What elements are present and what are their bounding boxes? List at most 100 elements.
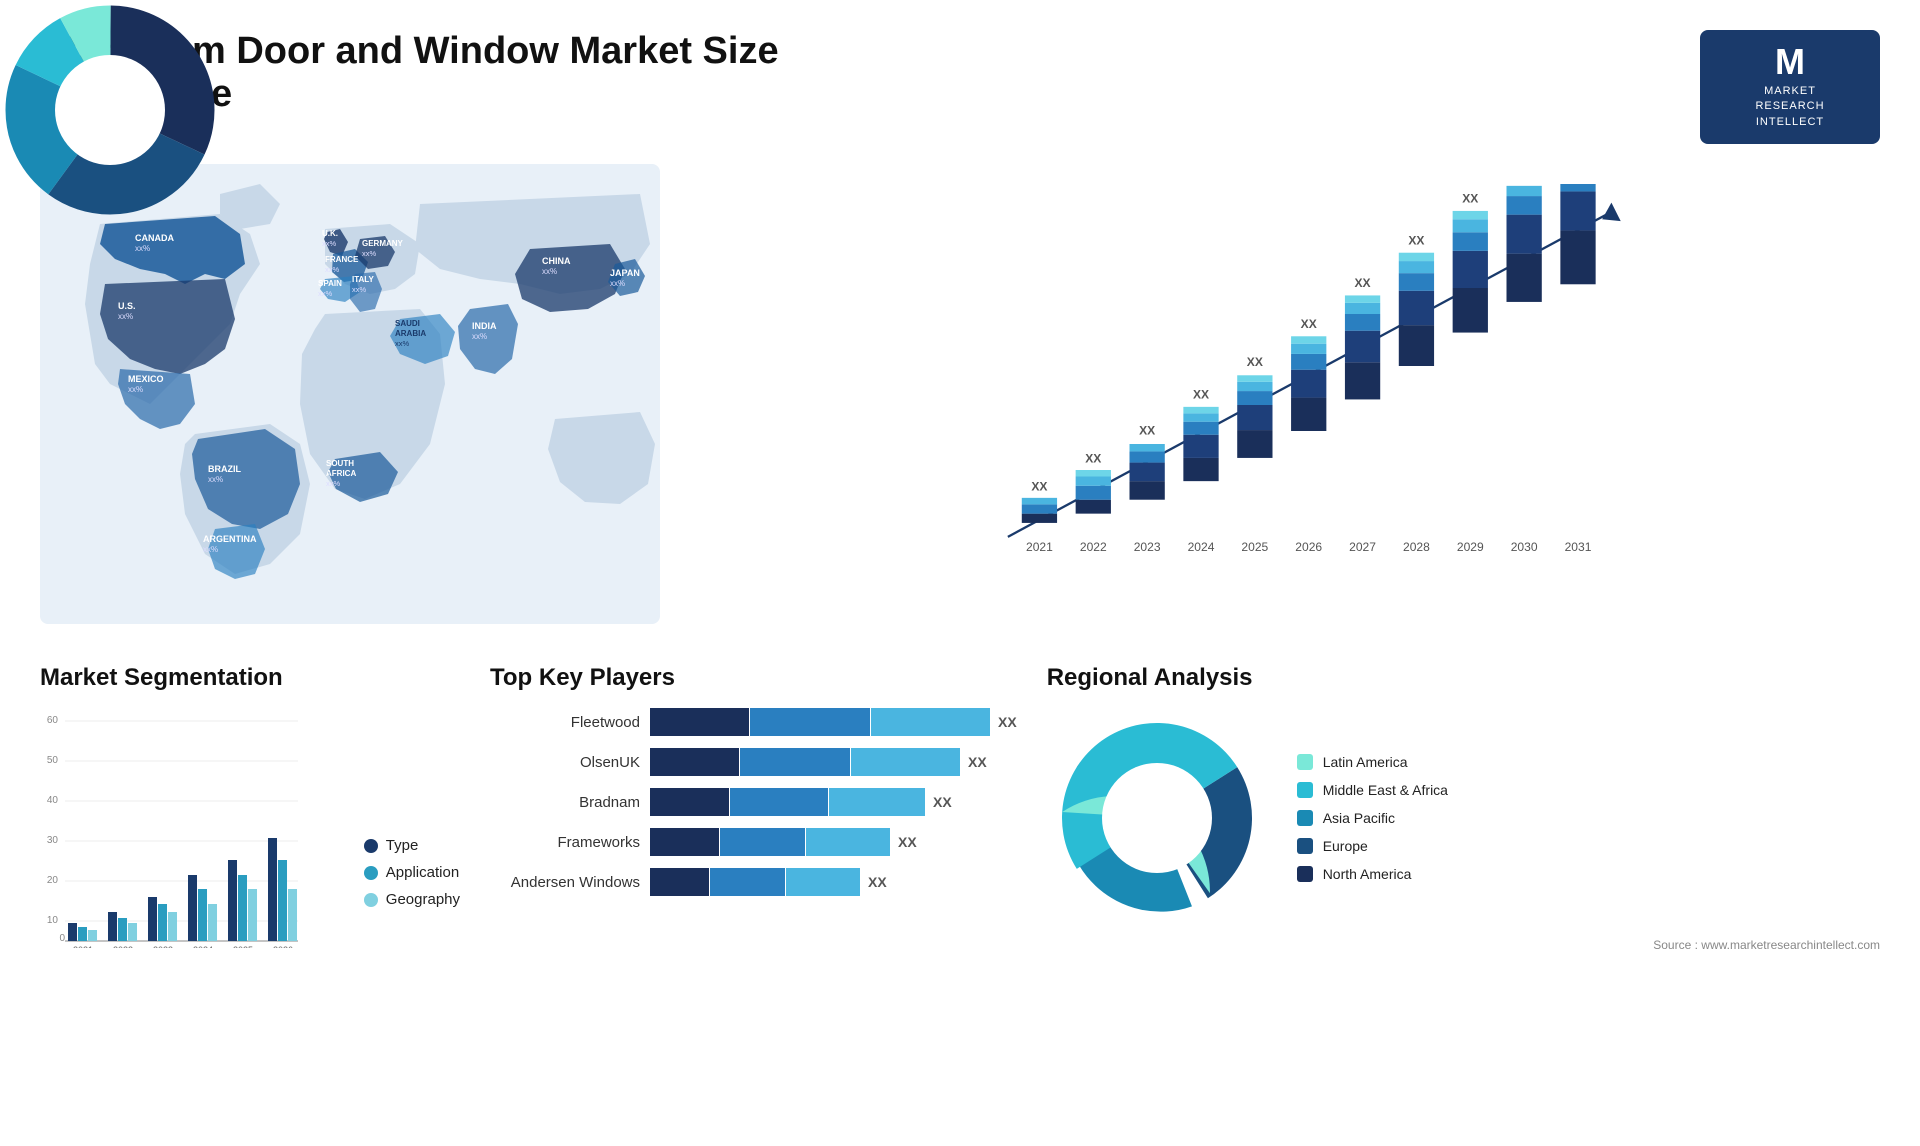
svg-text:U.S.: U.S. xyxy=(118,301,136,311)
svg-text:XX: XX xyxy=(1139,424,1155,438)
svg-text:FRANCE: FRANCE xyxy=(325,255,359,264)
svg-text:2022: 2022 xyxy=(1080,540,1107,554)
market-segmentation: Market Segmentation 60 50 40 30 20 10 0 xyxy=(40,664,460,952)
application-color-dot xyxy=(364,866,378,880)
player-bar-bradnam: XX xyxy=(650,788,1017,816)
player-row-olsenuk: OlsenUK XX xyxy=(490,748,1017,776)
segmentation-chart-area: 60 50 40 30 20 10 0 xyxy=(40,708,460,928)
logo-text: MARKET RESEARCH INTELLECT xyxy=(1755,84,1824,130)
svg-text:2021: 2021 xyxy=(73,945,93,948)
svg-text:2027: 2027 xyxy=(1349,540,1376,554)
svg-text:INDIA: INDIA xyxy=(472,321,497,331)
svg-text:xx%: xx% xyxy=(203,545,218,554)
latin-america-label: Latin America xyxy=(1323,754,1408,770)
svg-text:2022: 2022 xyxy=(113,945,133,948)
regional-legend: Latin America Middle East & Africa Asia … xyxy=(1297,754,1448,882)
svg-text:xx%: xx% xyxy=(326,479,341,488)
svg-text:20: 20 xyxy=(47,875,59,886)
segmentation-title: Market Segmentation xyxy=(40,664,460,692)
player-bar-olsenuk: XX xyxy=(650,748,1017,776)
svg-text:2024: 2024 xyxy=(193,945,213,948)
svg-text:CANADA: CANADA xyxy=(135,233,174,243)
svg-text:SPAIN: SPAIN xyxy=(318,279,342,288)
legend-application-label: Application xyxy=(386,864,459,881)
segmentation-bar-chart: 60 50 40 30 20 10 0 xyxy=(40,708,344,928)
svg-text:2029: 2029 xyxy=(1457,540,1484,554)
player-bar-frameworks: XX xyxy=(650,828,1017,856)
player-xx-bradnam: XX xyxy=(933,794,952,810)
svg-text:xx%: xx% xyxy=(318,289,333,298)
bottom-section: Market Segmentation 60 50 40 30 20 10 0 xyxy=(40,664,1880,952)
segmentation-legend: Type Application Geography xyxy=(364,837,460,928)
svg-text:10: 10 xyxy=(47,915,59,926)
middle-east-label: Middle East & Africa xyxy=(1323,782,1448,798)
svg-text:0: 0 xyxy=(59,933,65,944)
svg-text:2026: 2026 xyxy=(273,945,293,948)
svg-text:ARGENTINA: ARGENTINA xyxy=(203,534,257,544)
player-row-frameworks: Frameworks XX xyxy=(490,828,1017,856)
svg-text:SAUDI: SAUDI xyxy=(395,319,420,328)
legend-geography-label: Geography xyxy=(386,891,460,908)
svg-text:xx%: xx% xyxy=(610,279,625,288)
logo-letter: M xyxy=(1775,44,1805,80)
svg-text:2030: 2030 xyxy=(1511,540,1538,554)
legend-type: Type xyxy=(364,837,460,854)
svg-text:XX: XX xyxy=(1408,234,1424,248)
legend-middle-east: Middle East & Africa xyxy=(1297,782,1448,798)
svg-text:xx%: xx% xyxy=(135,244,150,253)
regional-analysis: Regional Analysis xyxy=(1047,664,1880,952)
player-bar-andersen: XX xyxy=(650,868,1017,896)
svg-text:JAPAN: JAPAN xyxy=(610,268,640,278)
svg-text:AFRICA: AFRICA xyxy=(326,469,356,478)
player-name-frameworks: Frameworks xyxy=(490,834,640,851)
player-name-olsenuk: OlsenUK xyxy=(490,754,640,771)
north-america-label: North America xyxy=(1323,866,1412,882)
player-row-bradnam: Bradnam XX xyxy=(490,788,1017,816)
legend-application: Application xyxy=(364,864,460,881)
player-name-bradnam: Bradnam xyxy=(490,794,640,811)
svg-text:ARABIA: ARABIA xyxy=(395,329,426,338)
svg-text:xx%: xx% xyxy=(472,332,487,341)
svg-text:XX: XX xyxy=(1031,480,1047,494)
europe-label: Europe xyxy=(1323,838,1368,854)
asia-pacific-label: Asia Pacific xyxy=(1323,810,1395,826)
legend-latin-america: Latin America xyxy=(1297,754,1448,770)
svg-text:xx%: xx% xyxy=(395,339,410,348)
logo: M MARKET RESEARCH INTELLECT xyxy=(1700,30,1880,144)
svg-text:ITALY: ITALY xyxy=(352,275,374,284)
svg-text:xx%: xx% xyxy=(362,249,377,258)
svg-text:2025: 2025 xyxy=(233,945,253,948)
svg-text:2031: 2031 xyxy=(1565,540,1592,554)
svg-text:2023: 2023 xyxy=(1134,540,1161,554)
svg-text:60: 60 xyxy=(47,715,59,726)
legend-geography: Geography xyxy=(364,891,460,908)
legend-europe: Europe xyxy=(1297,838,1448,854)
svg-text:SOUTH: SOUTH xyxy=(326,459,354,468)
svg-text:xx%: xx% xyxy=(128,385,143,394)
svg-text:xx%: xx% xyxy=(325,265,340,274)
legend-north-america: North America xyxy=(1297,866,1448,882)
geography-color-dot xyxy=(364,893,378,907)
regional-content: Latin America Middle East & Africa Asia … xyxy=(1047,708,1880,928)
player-row-andersen: Andersen Windows XX xyxy=(490,868,1017,896)
top-section: CANADA xx% U.S. xx% MEXICO xx% BRAZIL xx… xyxy=(40,164,1880,624)
svg-text:2021: 2021 xyxy=(1026,540,1053,554)
middle-east-color xyxy=(1297,782,1313,798)
svg-text:2025: 2025 xyxy=(1241,540,1268,554)
latin-america-color xyxy=(1297,754,1313,770)
svg-text:2026: 2026 xyxy=(1295,540,1322,554)
player-xx-frameworks: XX xyxy=(898,834,917,850)
player-row-fleetwood: Fleetwood XX xyxy=(490,708,1017,736)
player-xx-fleetwood: XX xyxy=(998,714,1017,730)
svg-text:XX: XX xyxy=(1462,192,1478,206)
svg-text:U.K.: U.K. xyxy=(322,229,338,238)
svg-text:2024: 2024 xyxy=(1188,540,1215,554)
svg-text:40: 40 xyxy=(47,795,59,806)
europe-color xyxy=(1297,838,1313,854)
legend-asia-pacific: Asia Pacific xyxy=(1297,810,1448,826)
key-players: Top Key Players Fleetwood XX OlsenUK xyxy=(490,664,1017,952)
svg-text:XX: XX xyxy=(1193,388,1209,402)
svg-text:2028: 2028 xyxy=(1403,540,1430,554)
north-america-color xyxy=(1297,866,1313,882)
svg-text:CHINA: CHINA xyxy=(542,256,571,266)
